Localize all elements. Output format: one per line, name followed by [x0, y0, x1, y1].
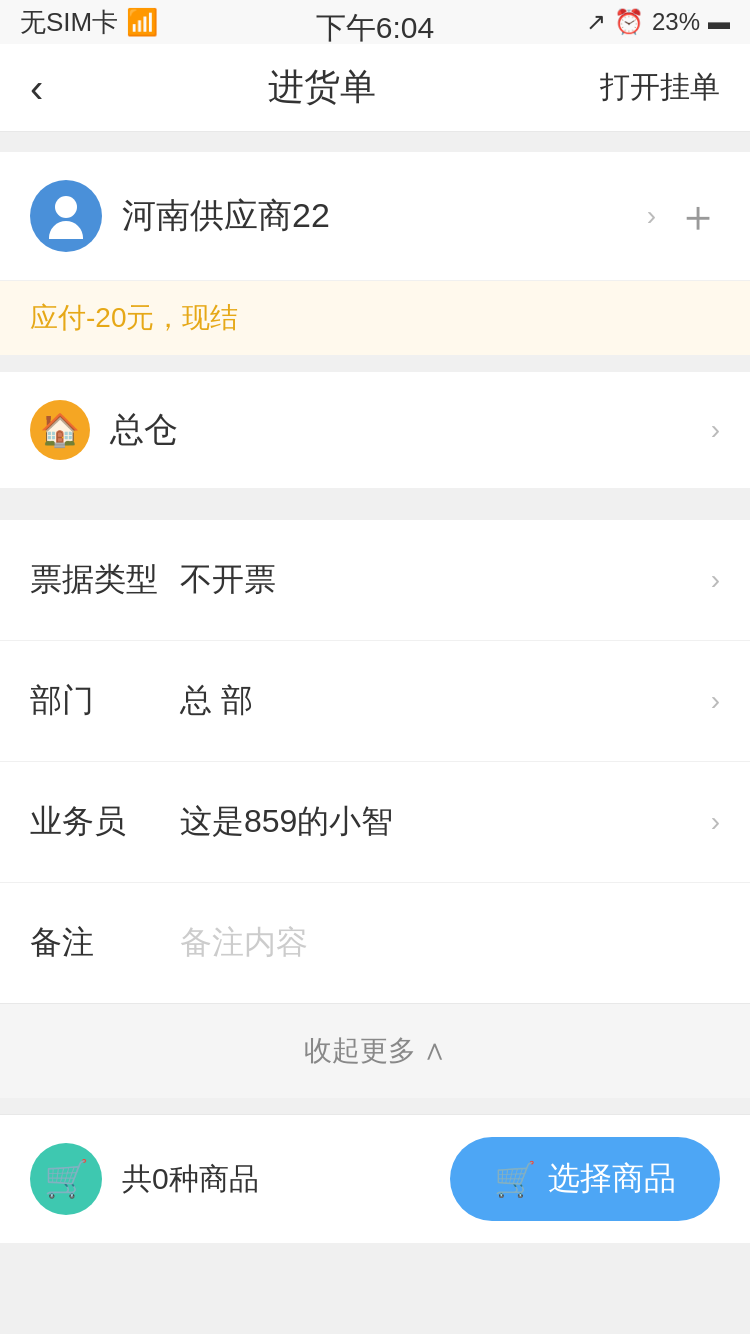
select-product-label: 选择商品: [548, 1157, 676, 1201]
sales-value: 这是859的小智: [160, 800, 711, 844]
avatar-body: [49, 221, 83, 239]
supplier-name-label: 河南供应商22: [122, 193, 647, 239]
nav-bar: ‹ 进货单 打开挂单: [0, 44, 750, 132]
supplier-notice: 应付-20元，现结: [0, 281, 750, 356]
bottom-bar: 🛒 共0种商品 🛒 选择商品: [0, 1114, 750, 1243]
supplier-avatar: [30, 180, 102, 252]
dept-chevron-icon: ›: [711, 685, 720, 717]
warehouse-row[interactable]: 🏠 总仓 ›: [0, 372, 750, 488]
wifi-icon: 📶: [126, 7, 158, 38]
warehouse-chevron-icon: ›: [711, 414, 720, 446]
cart-icon-wrap: 🛒: [30, 1143, 102, 1215]
supplier-section: 河南供应商22 › ＋ 应付-20元，现结: [0, 152, 750, 356]
collapse-button[interactable]: 收起更多 ∧: [0, 1003, 750, 1098]
status-right: ↗ ⏰ 23% ▬: [586, 8, 730, 36]
dept-row[interactable]: 部门 总 部 ›: [0, 641, 750, 762]
sales-chevron-icon: ›: [711, 806, 720, 838]
battery-label: 23%: [652, 8, 700, 36]
avatar-person-icon: [46, 196, 86, 236]
invoice-chevron-icon: ›: [711, 564, 720, 596]
select-product-icon: 🛒: [494, 1159, 536, 1199]
add-supplier-button[interactable]: ＋: [676, 187, 720, 246]
divider-1: [0, 356, 750, 372]
form-section: 票据类型 不开票 › 部门 总 部 › 业务员 这是859的小智 › 备注 备注…: [0, 520, 750, 1003]
select-product-button[interactable]: 🛒 选择商品: [450, 1137, 720, 1221]
avatar-head: [55, 196, 77, 218]
status-time: 下午6:04: [316, 8, 434, 49]
divider-2: [0, 488, 750, 504]
sales-row[interactable]: 业务员 这是859的小智 ›: [0, 762, 750, 883]
sales-label: 业务员: [30, 800, 160, 844]
page-background: [0, 1243, 750, 1334]
alarm-icon: ⏰: [614, 8, 644, 36]
invoice-row[interactable]: 票据类型 不开票 ›: [0, 520, 750, 641]
back-button[interactable]: ‹: [30, 68, 43, 108]
carrier-label: 无SIM卡: [20, 5, 118, 40]
page-title: 进货单: [268, 63, 376, 112]
cart-icon: 🛒: [44, 1158, 89, 1200]
status-left: 无SIM卡 📶: [20, 5, 158, 40]
warehouse-icon: 🏠: [30, 400, 90, 460]
supplier-chevron-icon: ›: [647, 200, 656, 232]
warehouse-section: 🏠 总仓 ›: [0, 372, 750, 488]
remark-label: 备注: [30, 921, 160, 965]
warehouse-name-label: 总仓: [110, 407, 711, 453]
open-pending-button[interactable]: 打开挂单: [600, 67, 720, 108]
dept-value: 总 部: [160, 679, 711, 723]
invoice-label: 票据类型: [30, 558, 160, 602]
status-bar: 无SIM卡 📶 下午6:04 ↗ ⏰ 23% ▬: [0, 0, 750, 44]
dept-label: 部门: [30, 679, 160, 723]
location-icon: ↗: [586, 8, 606, 36]
supplier-row[interactable]: 河南供应商22 › ＋: [0, 152, 750, 281]
battery-icon: ▬: [708, 9, 730, 35]
product-count-label: 共0种商品: [122, 1159, 450, 1200]
divider-3: [0, 1098, 750, 1114]
top-divider: [0, 132, 750, 152]
remark-row[interactable]: 备注 备注内容: [0, 883, 750, 1003]
remark-input[interactable]: 备注内容: [160, 921, 720, 965]
invoice-value: 不开票: [160, 558, 711, 602]
